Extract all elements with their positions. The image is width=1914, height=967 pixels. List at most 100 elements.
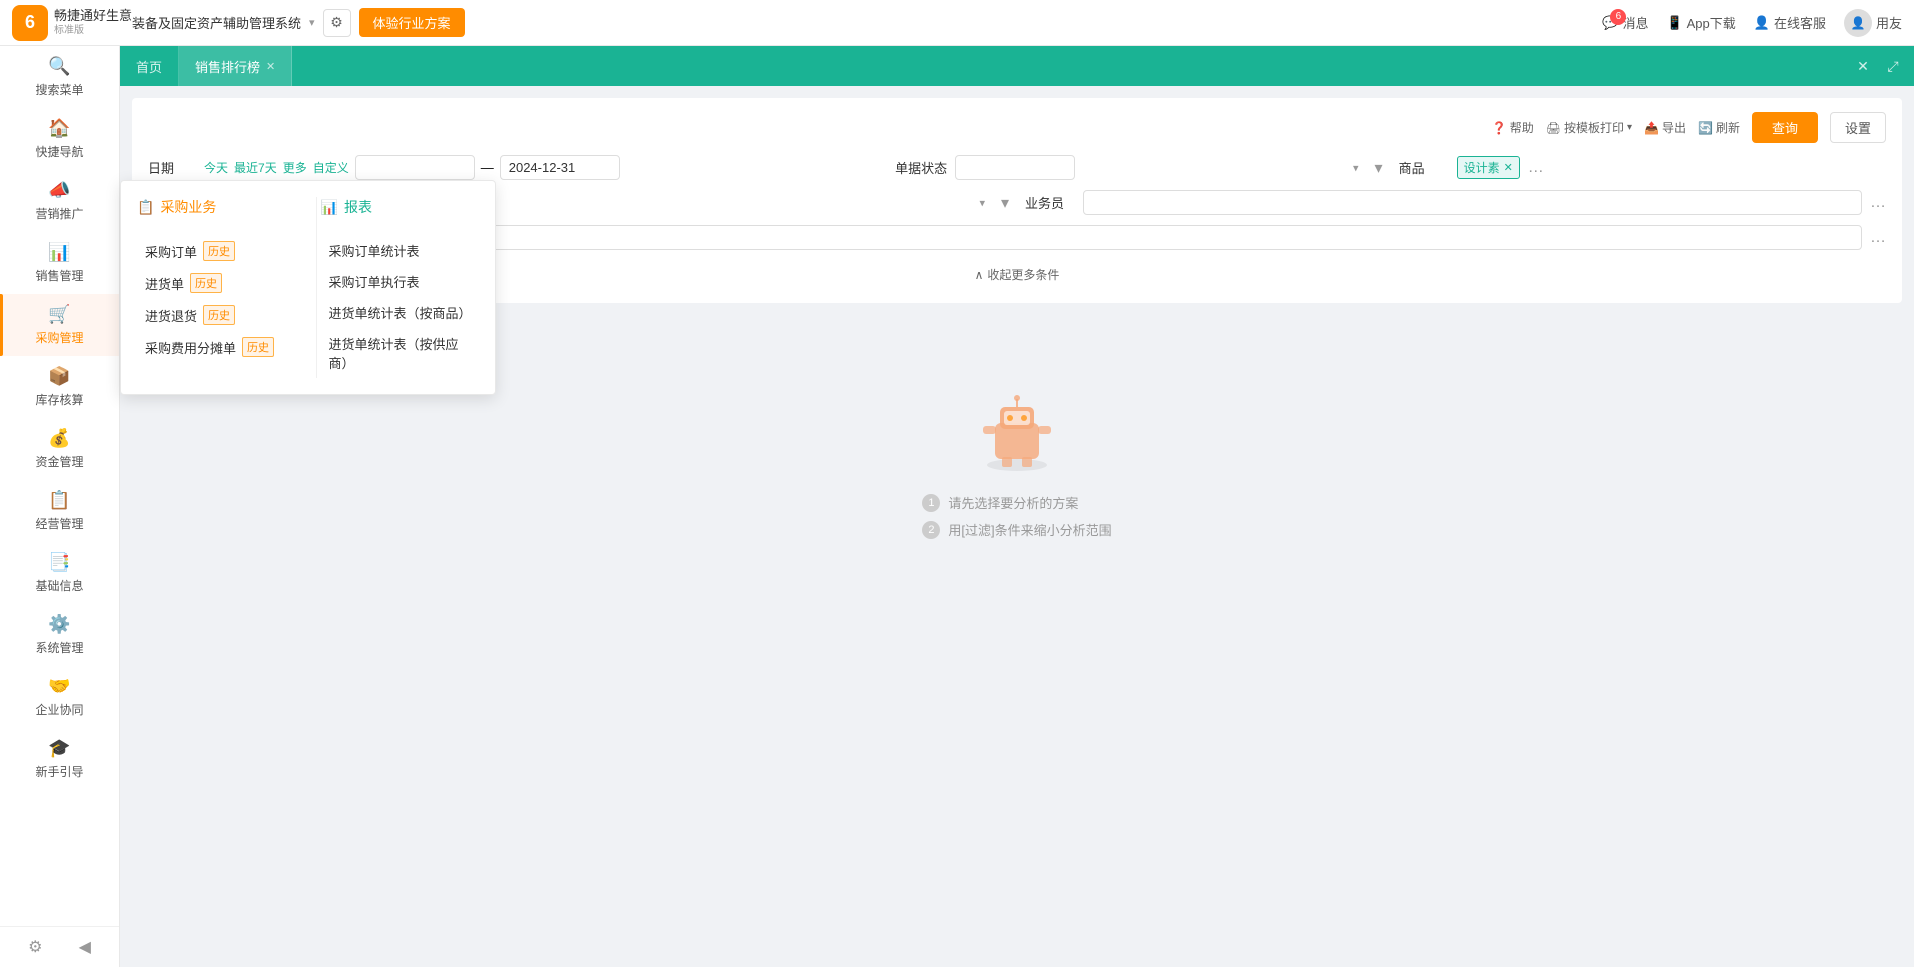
sidebar-item-purchase[interactable]: 🛒 采购管理 — [0, 294, 119, 356]
sidebar-item-marketing[interactable]: 📣 营销推广 — [0, 170, 119, 232]
cooperation-icon: 🤝 — [48, 676, 70, 697]
online-service-item[interactable]: 👤 在线客服 — [1754, 13, 1826, 32]
empty-tip-2: 2 用[过滤]条件来缩小分析范围 — [922, 520, 1111, 539]
purchase-order-exec-label: 采购订单执行表 — [329, 272, 420, 291]
empty-illustration — [967, 393, 1067, 473]
message-item[interactable]: 💬 6 消息 — [1602, 13, 1648, 32]
user-item[interactable]: 👤 用友 — [1844, 9, 1902, 37]
help-btn[interactable]: ❓ 帮助 — [1492, 119, 1534, 136]
top-header: 6 畅捷通好生意 标准版 装备及固定资产辅助管理系统 ▾ ⚙ 体验行业方案 💬 … — [0, 0, 1914, 46]
date-end-input[interactable] — [500, 155, 620, 180]
industry-btn[interactable]: 体验行业方案 — [359, 8, 465, 37]
sidebar-item-system[interactable]: ⚙️ 系统管理 — [0, 604, 119, 666]
date-label: 日期 — [148, 158, 198, 177]
goods-more[interactable]: … — [1528, 159, 1544, 177]
goods-by-supplier-label: 进货单统计表（按供应商） — [329, 334, 472, 372]
sidebar-label-guide: 新手引导 — [35, 763, 83, 780]
search-icon: 🔍 — [48, 56, 70, 77]
customer-more[interactable]: … — [1870, 229, 1886, 247]
sidebar-bottom: ⚙ ◀ — [0, 926, 119, 967]
app-download-item[interactable]: 📱 App下载 — [1666, 13, 1735, 32]
message-label: 消息 — [1622, 13, 1648, 32]
tab-close-btn[interactable]: ✕ — [1850, 53, 1876, 79]
print-btn[interactable]: 🖨 按模板打印 ▾ — [1546, 119, 1632, 136]
question-icon: ❓ — [1492, 121, 1507, 135]
goods-receipt-item[interactable]: 进货单 历史 — [137, 267, 296, 299]
purchase-order-stat-item[interactable]: 采购订单统计表 — [321, 235, 480, 266]
sidebar-label-purchase: 采购管理 — [35, 329, 83, 346]
goods-tag-text: 设计素 — [1464, 159, 1500, 176]
purchase-order-exec-item[interactable]: 采购订单执行表 — [321, 266, 480, 297]
salesman-more[interactable]: … — [1870, 194, 1886, 212]
settings-button[interactable]: 设置 — [1830, 112, 1886, 143]
goods-return-history: 历史 — [203, 305, 235, 325]
purchase-order-item[interactable]: 采购订单 历史 — [137, 235, 296, 267]
app-download-label: App下载 — [1687, 13, 1736, 32]
purchase-cost-item[interactable]: 采购费用分摊单 历史 — [137, 331, 296, 363]
goods-label: 商品 — [1399, 158, 1449, 177]
empty-tip-1: 1 请先选择要分析的方案 — [922, 493, 1111, 512]
print-icon: 🖨 — [1546, 121, 1561, 135]
user-label: 用友 — [1876, 13, 1902, 32]
gear-button[interactable]: ⚙ — [323, 9, 351, 37]
tab-maximize-btn[interactable]: ⤢ — [1880, 53, 1906, 79]
brand-sub: 标准版 — [54, 24, 132, 37]
sidebar-item-quick[interactable]: 🏠 快捷导航 — [0, 108, 119, 170]
shortcut-7days[interactable]: 最近7天 — [234, 159, 277, 176]
voucher-status-field: 单据状态 ▾ — [895, 155, 1382, 180]
reports-col-label: 报表 — [344, 197, 372, 217]
voucher-status-select[interactable] — [955, 155, 1075, 180]
sidebar-collapse-btn[interactable]: ◀ — [79, 937, 91, 957]
query-button[interactable]: 查询 — [1752, 112, 1818, 143]
reports-col: 📊 报表 采购订单统计表 采购订单执行表 进货单统计表（按商品） 进货单统计表（… — [321, 197, 496, 378]
shortcut-more[interactable]: 更多 — [283, 159, 307, 176]
date-start-input[interactable] — [355, 155, 475, 180]
filter-row-1: 日期 今天 最近7天 更多 自定义 — 单据状态 — [148, 155, 1886, 180]
rank-more[interactable]: ▾ — [1001, 193, 1009, 213]
header-mid: 装备及固定资产辅助管理系统 ▾ ⚙ 体验行业方案 — [132, 8, 1602, 37]
sidebar-item-search[interactable]: 🔍 搜索菜单 — [0, 46, 119, 108]
tab-home[interactable]: 首页 — [120, 46, 179, 86]
shortcut-today[interactable]: 今天 — [204, 159, 228, 176]
sidebar-item-cooperation[interactable]: 🤝 企业协同 — [0, 666, 119, 728]
refresh-btn[interactable]: 🔄 刷新 — [1698, 119, 1740, 136]
purchase-order-history: 历史 — [203, 241, 235, 261]
shortcut-custom[interactable]: 自定义 — [313, 159, 349, 176]
sidebar-label-search: 搜索菜单 — [35, 81, 83, 98]
sidebar-label-basic: 基础信息 — [35, 577, 83, 594]
sidebar-item-inventory[interactable]: 📦 库存核算 — [0, 356, 119, 418]
sidebar-item-finance[interactable]: 💰 资金管理 — [0, 418, 119, 480]
goods-receipt-label: 进货单 — [145, 274, 184, 293]
sidebar-item-basic[interactable]: 📑 基础信息 — [0, 542, 119, 604]
voucher-status-more[interactable]: ▾ — [1375, 158, 1383, 178]
goods-by-product-item[interactable]: 进货单统计表（按商品） — [321, 297, 480, 328]
goods-by-supplier-item[interactable]: 进货单统计表（按供应商） — [321, 328, 480, 378]
sidebar-label-quick: 快捷导航 — [35, 143, 83, 160]
logo-icon: 6 — [12, 5, 48, 41]
sidebar-label-system: 系统管理 — [35, 639, 83, 656]
goods-tag-close[interactable]: ✕ — [1504, 161, 1513, 174]
purchase-cost-label: 采购费用分摊单 — [145, 338, 236, 357]
sidebar-settings-btn[interactable]: ⚙ — [28, 937, 42, 957]
purchase-col-title: 📋 采购业务 — [137, 197, 296, 223]
export-btn[interactable]: 📤 导出 — [1644, 119, 1686, 136]
system-dropdown-arrow[interactable]: ▾ — [309, 16, 315, 29]
sidebar-label-operations: 经营管理 — [35, 515, 83, 532]
sidebar-item-guide[interactable]: 🎓 新手引导 — [0, 728, 119, 790]
goods-receipt-history: 历史 — [190, 273, 222, 293]
goods-return-item[interactable]: 进货退货 历史 — [137, 299, 296, 331]
filter-toolbar: ❓ 帮助 🖨 按模板打印 ▾ 📤 导出 🔄 刷新 — [148, 112, 1886, 143]
col-divider — [316, 197, 317, 378]
goods-by-product-label: 进货单统计表（按商品） — [329, 303, 472, 322]
export-icon: 📤 — [1644, 121, 1659, 135]
logo-area: 6 畅捷通好生意 标准版 — [12, 5, 132, 41]
salesman-input[interactable] — [1083, 190, 1862, 215]
sidebar-label-marketing: 营销推广 — [35, 205, 83, 222]
service-icon: 👤 — [1754, 15, 1770, 31]
home-icon: 🏠 — [48, 118, 70, 139]
sidebar-item-sales[interactable]: 📊 销售管理 — [0, 232, 119, 294]
tab-sales-rank[interactable]: 销售排行榜 ✕ — [179, 46, 292, 86]
tab-close-icon[interactable]: ✕ — [266, 60, 275, 73]
export-label: 导出 — [1662, 119, 1686, 136]
sidebar-item-operations[interactable]: 📋 经营管理 — [0, 480, 119, 542]
